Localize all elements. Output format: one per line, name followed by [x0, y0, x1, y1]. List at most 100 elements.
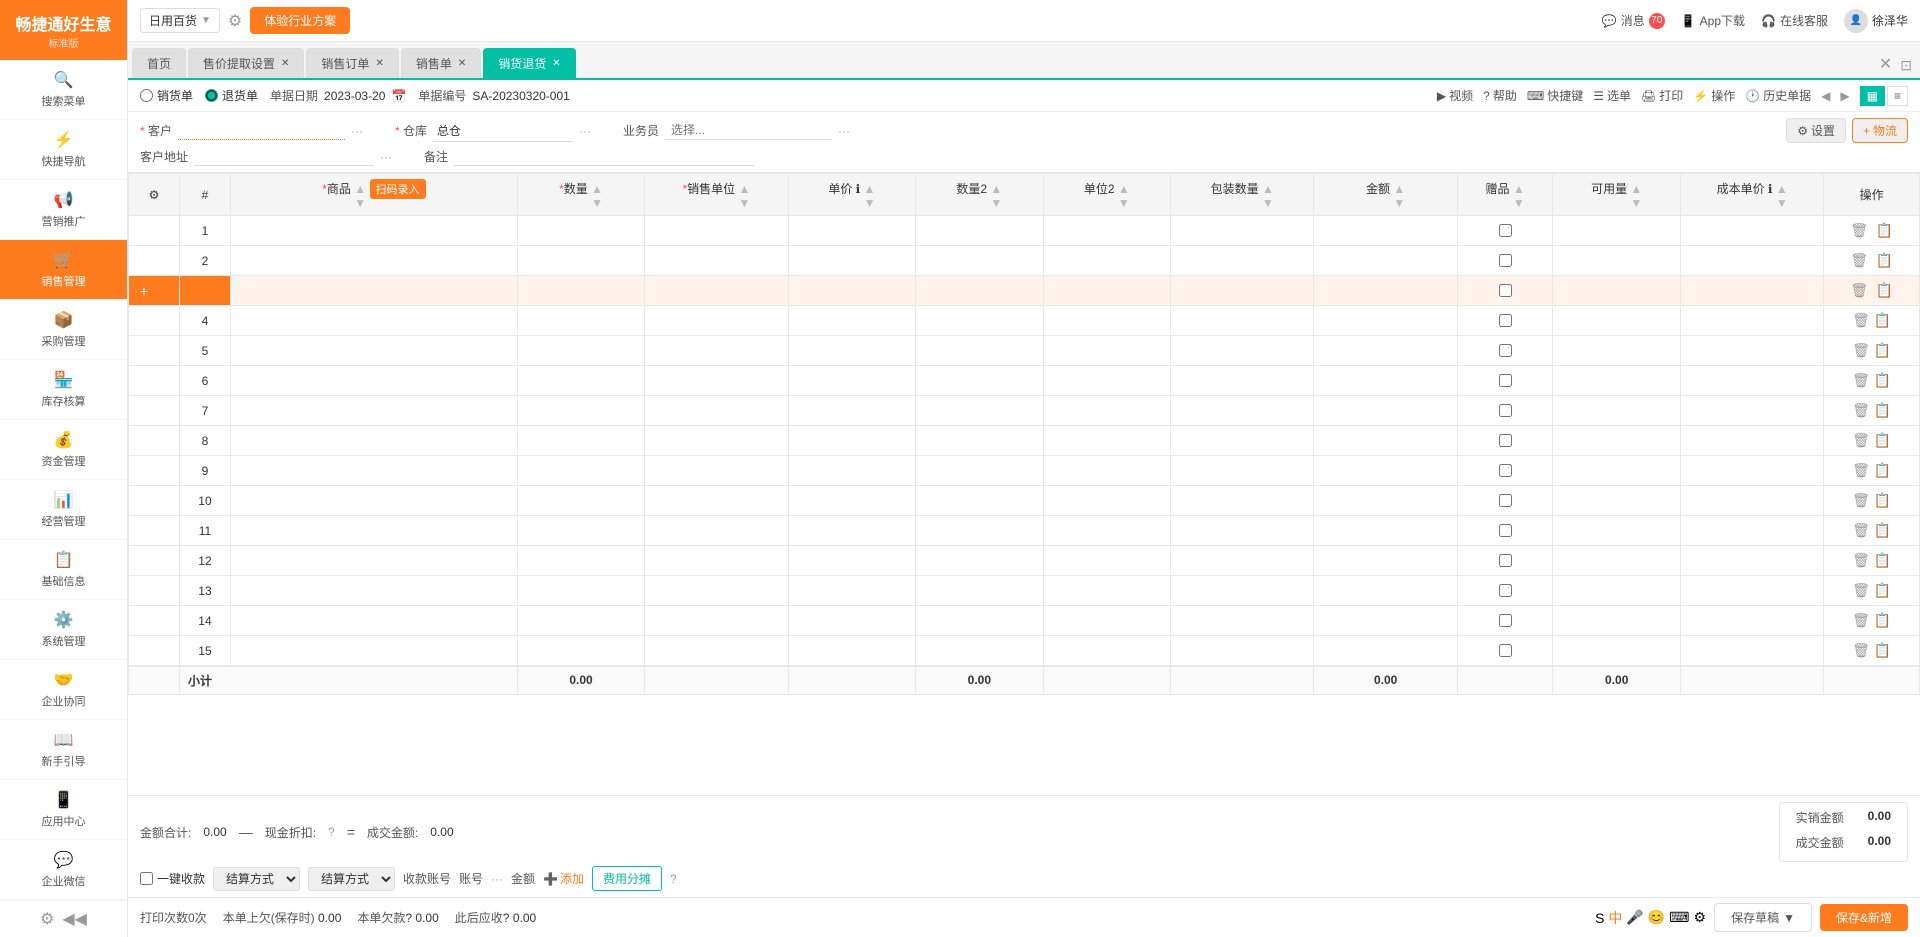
td-qty[interactable]: [517, 276, 644, 306]
td-sales-unit[interactable]: [645, 216, 788, 246]
save-draft-button[interactable]: 保存草稿 ▼: [1714, 903, 1812, 932]
account-more-icon[interactable]: ···: [491, 872, 503, 886]
copy-row-button[interactable]: 📋: [1874, 250, 1895, 271]
td-product[interactable]: [230, 426, 517, 456]
tab-home[interactable]: 首页: [132, 48, 186, 78]
td-available[interactable]: [1553, 246, 1680, 276]
delete-row-button[interactable]: 🗑: [1850, 580, 1872, 601]
td-product[interactable]: [230, 486, 517, 516]
copy-row-button[interactable]: 📋: [1872, 490, 1893, 511]
tab-sales-order[interactable]: 销售订单 ✕: [306, 48, 398, 78]
note-input[interactable]: [454, 147, 754, 166]
copy-row-button[interactable]: 📋: [1872, 430, 1893, 451]
sidebar-item-shortcut[interactable]: ⚡ 快捷导航: [0, 120, 127, 180]
sidebar-item-wechat[interactable]: 💬 企业微信: [0, 840, 127, 900]
list-view-btn[interactable]: ≡: [1887, 86, 1908, 106]
staff-more-icon[interactable]: ···: [838, 124, 850, 138]
td-product[interactable]: [230, 276, 517, 306]
td-cost-unit-price[interactable]: [1680, 276, 1823, 306]
topbar-settings-icon[interactable]: ⚙: [228, 11, 242, 31]
sidebar-item-basic[interactable]: 📋 基础信息: [0, 540, 127, 600]
td-unit-price[interactable]: [788, 216, 915, 246]
td-product[interactable]: [230, 366, 517, 396]
next-record-icon[interactable]: ▶: [1840, 89, 1849, 103]
delete-row-button[interactable]: 🗑: [1850, 550, 1872, 571]
settle-method-select[interactable]: 结算方式: [213, 867, 300, 891]
copy-row-button[interactable]: 📋: [1872, 370, 1893, 391]
gift-checkbox[interactable]: [1499, 584, 1512, 597]
td-product[interactable]: [230, 216, 517, 246]
td-sales-unit[interactable]: [645, 276, 788, 306]
fee-split-button[interactable]: 费用分摊: [592, 866, 662, 891]
one-click-pay-checkbox[interactable]: [140, 872, 153, 885]
copy-row-button[interactable]: 📋: [1872, 640, 1893, 661]
mic-icon[interactable]: 🎤: [1626, 909, 1643, 926]
copy-row-button[interactable]: 📋: [1872, 310, 1893, 331]
td-product[interactable]: [230, 396, 517, 426]
td-cost-unit-price[interactable]: [1680, 246, 1823, 276]
settings-button[interactable]: ⚙ 设置: [1786, 118, 1846, 143]
fee-help-icon[interactable]: ?: [670, 872, 677, 886]
td-qty2[interactable]: [916, 276, 1043, 306]
copy-row-button[interactable]: 📋: [1874, 280, 1895, 301]
tab-sales-return[interactable]: 销货退货 ✕: [483, 48, 575, 78]
delete-row-button[interactable]: 🗑: [1848, 220, 1870, 241]
add-row-button[interactable]: +: [135, 282, 153, 300]
footer-should-receive-help[interactable]: ?: [503, 911, 510, 925]
sidebar-item-inventory[interactable]: 🏪 库存核算: [0, 360, 127, 420]
gift-checkbox[interactable]: [1499, 644, 1512, 657]
messages-button[interactable]: 💬 消息 70: [1602, 12, 1665, 29]
gift-checkbox[interactable]: [1499, 404, 1512, 417]
copy-row-button[interactable]: 📋: [1872, 610, 1893, 631]
delete-row-button[interactable]: 🗑: [1850, 490, 1872, 511]
user-info[interactable]: 👤 徐泽华: [1844, 9, 1908, 33]
prev-record-icon[interactable]: ◀: [1821, 89, 1830, 103]
product-input-active[interactable]: [237, 284, 511, 298]
td-product[interactable]: [230, 246, 517, 276]
select-btn[interactable]: ☰ 选单: [1593, 87, 1631, 104]
grid-view-btn[interactable]: ▦: [1860, 86, 1885, 106]
scan-button[interactable]: 扫码录入: [370, 179, 426, 199]
close-all-tabs-icon[interactable]: ✕: [1875, 50, 1896, 78]
sidebar-item-finance[interactable]: 💰 资金管理: [0, 420, 127, 480]
td-qty[interactable]: [517, 216, 644, 246]
td-product[interactable]: [230, 636, 517, 667]
gift-checkbox[interactable]: [1499, 614, 1512, 627]
app-download-button[interactable]: 📱 App下载: [1681, 12, 1745, 29]
footer-this-due-help[interactable]: ?: [405, 911, 412, 925]
copy-row-button[interactable]: 📋: [1872, 400, 1893, 421]
td-unit2[interactable]: [1043, 276, 1170, 306]
td-amount[interactable]: [1314, 276, 1457, 306]
td-product[interactable]: [230, 456, 517, 486]
tab-close-icon[interactable]: ✕: [281, 58, 289, 69]
collapse-icon[interactable]: ◀◀: [62, 909, 87, 929]
td-unit-price[interactable]: [788, 276, 915, 306]
emoji-icon[interactable]: 😊: [1648, 909, 1665, 926]
settings-input-icon[interactable]: ⚙: [1694, 909, 1707, 926]
copy-row-button[interactable]: 📋: [1872, 550, 1893, 571]
sidebar-item-marketing[interactable]: 📢 营销推广: [0, 180, 127, 240]
input-method-icon[interactable]: S: [1595, 910, 1604, 926]
gift-checkbox[interactable]: [1499, 284, 1512, 297]
copy-row-button[interactable]: 📋: [1872, 460, 1893, 481]
module-select[interactable]: 日用百货 ▼: [140, 8, 220, 33]
sidebar-item-operation[interactable]: 📊 经营管理: [0, 480, 127, 540]
td-unit2[interactable]: [1043, 216, 1170, 246]
print-btn[interactable]: 🖨 打印: [1641, 87, 1683, 104]
gift-checkbox[interactable]: [1499, 344, 1512, 357]
td-product[interactable]: [230, 516, 517, 546]
delete-row-button[interactable]: 🗑: [1850, 460, 1872, 481]
tab-close-icon[interactable]: ✕: [375, 58, 383, 69]
td-pack-qty[interactable]: [1171, 276, 1314, 306]
delete-row-button[interactable]: 🗑: [1850, 400, 1872, 421]
gift-checkbox[interactable]: [1499, 224, 1512, 237]
copy-row-button[interactable]: 📋: [1872, 340, 1893, 361]
delete-row-button[interactable]: 🗑: [1850, 610, 1872, 631]
td-product[interactable]: [230, 546, 517, 576]
sidebar-item-search[interactable]: 🔍 搜索菜单: [0, 60, 127, 120]
delete-row-button[interactable]: 🗑: [1850, 340, 1872, 361]
copy-row-button[interactable]: 📋: [1874, 220, 1895, 241]
td-qty[interactable]: [517, 246, 644, 276]
delete-row-button[interactable]: 🗑: [1850, 310, 1872, 331]
staff-input[interactable]: [665, 121, 832, 140]
